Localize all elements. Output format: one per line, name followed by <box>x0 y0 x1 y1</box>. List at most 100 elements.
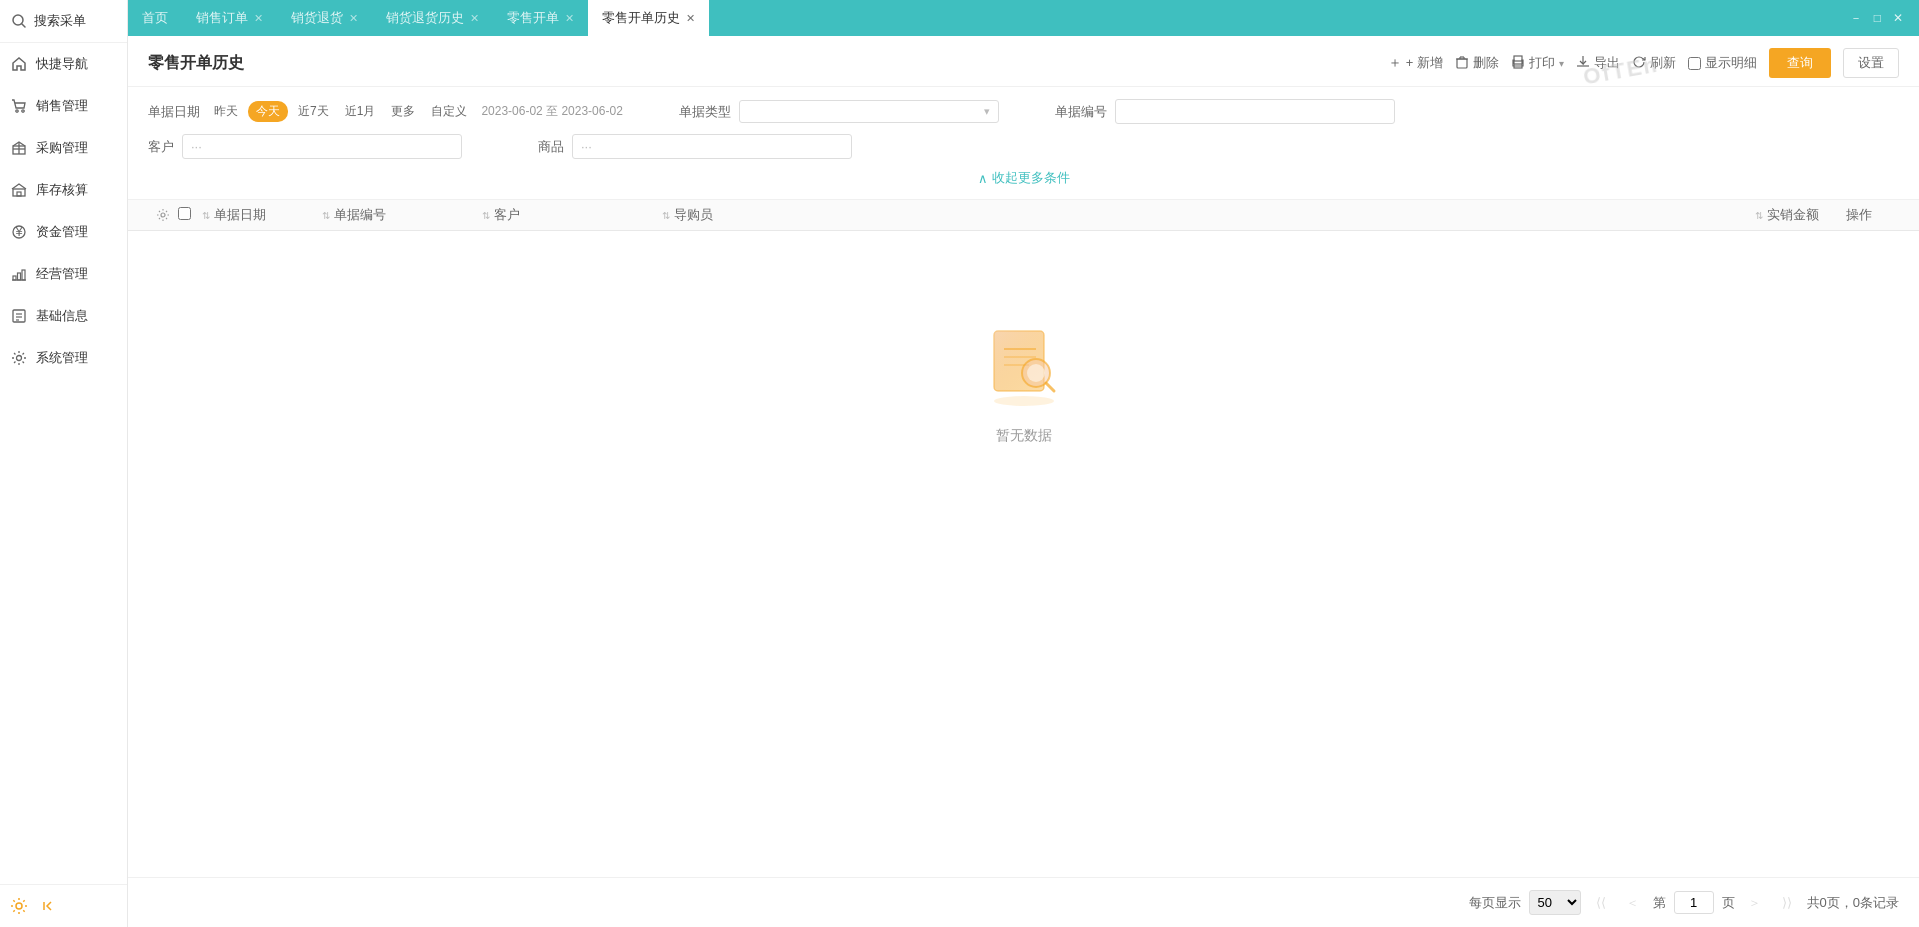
tab-sales-return-history-close[interactable]: ✕ <box>470 12 479 25</box>
select-all-checkbox[interactable] <box>178 207 202 223</box>
gear-bottom-icon[interactable] <box>10 897 28 915</box>
svg-point-30 <box>161 213 165 217</box>
tab-retail-open-history-label: 零售开单历史 <box>602 9 680 27</box>
goods-label: 商品 <box>538 138 564 156</box>
show-detail-checkbox[interactable]: 显示明细 <box>1688 54 1757 72</box>
refresh-btn[interactable]: 刷新 <box>1632 54 1676 72</box>
print-dropdown-icon[interactable]: ▾ <box>1559 58 1564 69</box>
tab-home-label: 首页 <box>142 9 168 27</box>
collapse-arrow-icon: ∧ <box>978 171 988 186</box>
customer-input[interactable]: ··· <box>182 134 462 159</box>
col-date-label: 单据日期 <box>214 206 266 224</box>
filter-bill-type: 单据类型 ▾ <box>679 100 999 123</box>
select-all-input[interactable] <box>178 207 191 220</box>
col-amount: ⇅ 实销金额 <box>782 206 1819 224</box>
tab-sales-return-close[interactable]: ✕ <box>349 12 358 25</box>
tab-retail-open-close[interactable]: ✕ <box>565 12 574 25</box>
tab-sales-order[interactable]: 销售订单 ✕ <box>182 0 277 36</box>
date-btn-yesterday[interactable]: 昨天 <box>208 101 244 122</box>
sidebar-label-quick-nav: 快捷导航 <box>36 55 88 73</box>
export-btn[interactable]: 导出 <box>1576 54 1620 72</box>
collapse-sidebar-icon[interactable] <box>40 897 58 915</box>
sort-amount-icon[interactable]: ⇅ <box>1755 210 1763 221</box>
window-close-btn[interactable]: ✕ <box>1889 9 1907 27</box>
top-nav: 首页 销售订单 ✕ 销货退货 ✕ 销货退货历史 ✕ 零售开单 ✕ 零售开单历史 … <box>128 0 1919 36</box>
prev-page-btn[interactable]: ＜ <box>1621 891 1645 915</box>
warehouse-icon <box>10 181 28 199</box>
tab-sales-return[interactable]: 销货退货 ✕ <box>277 0 372 36</box>
goods-input[interactable]: ··· <box>572 134 852 159</box>
money-icon: ¥ <box>10 223 28 241</box>
add-label: + 新增 <box>1406 54 1443 72</box>
customer-dots: ··· <box>191 139 202 154</box>
date-filter-label: 单据日期 <box>148 103 200 121</box>
filter-date: 单据日期 昨天 今天 近7天 近1月 更多 自定义 2023-06-02 至 2… <box>148 101 623 122</box>
sidebar-item-quick-nav[interactable]: 快捷导航 <box>0 43 127 85</box>
date-btn-more[interactable]: 更多 <box>385 101 421 122</box>
table-header: ⇅ 单据日期 ⇅ 单据编号 ⇅ 客户 ⇅ 导购员 ⇅ 实销金额 <box>128 200 1919 231</box>
cart-icon <box>10 97 28 115</box>
sidebar-item-basic-info[interactable]: 基础信息 <box>0 295 127 337</box>
tab-sales-return-history[interactable]: 销货退货历史 ✕ <box>372 0 493 36</box>
sidebar-item-sales-mgmt[interactable]: 销售管理 <box>0 85 127 127</box>
sidebar-item-purchase-mgmt[interactable]: 采购管理 <box>0 127 127 169</box>
sidebar-item-sys-mgmt[interactable]: 系统管理 <box>0 337 127 379</box>
setting-button[interactable]: 设置 <box>1843 48 1899 78</box>
empty-state: 暂无数据 <box>128 231 1919 525</box>
pagination: 每页显示 50 100 200 ⟨⟨ ＜ 第 1 页 ＞ ⟩⟩ 共0页，0条记录 <box>128 877 1919 927</box>
window-restore-btn[interactable]: □ <box>1870 9 1885 27</box>
next-page-btn[interactable]: ＞ <box>1743 891 1767 915</box>
date-filter-options: 昨天 今天 近7天 近1月 更多 自定义 2023-06-02 至 2023-0… <box>208 101 623 122</box>
sidebar-bottom <box>0 884 127 927</box>
col-guide: ⇅ 导购员 <box>662 206 782 224</box>
col-date: ⇅ 单据日期 <box>202 206 322 224</box>
col-number: ⇅ 单据编号 <box>322 206 482 224</box>
col-customer-label: 客户 <box>494 206 520 224</box>
page-summary: 共0页，0条记录 <box>1807 894 1899 912</box>
sort-customer-icon[interactable]: ⇅ <box>482 210 490 221</box>
sidebar-item-finance[interactable]: ¥ 资金管理 <box>0 211 127 253</box>
bill-num-input[interactable] <box>1115 99 1395 124</box>
tab-retail-open[interactable]: 零售开单 ✕ <box>493 0 588 36</box>
page-number-input[interactable]: 1 <box>1674 891 1714 914</box>
empty-text: 暂无数据 <box>996 427 1052 445</box>
sidebar: 搜索采单 快捷导航 销售管理 采购管理 <box>0 0 128 927</box>
first-page-btn[interactable]: ⟨⟨ <box>1589 891 1613 915</box>
page-title: 零售开单历史 <box>148 53 244 74</box>
page-content: 零售开单历史 ＋ + 新增 <box>128 36 1919 927</box>
date-btn-custom[interactable]: 自定义 <box>425 101 473 122</box>
show-detail-input[interactable] <box>1688 57 1701 70</box>
page-header: 零售开单历史 ＋ + 新增 <box>128 36 1919 87</box>
sidebar-label-operations: 经营管理 <box>36 265 88 283</box>
delete-btn[interactable]: 删除 <box>1455 54 1499 72</box>
bill-type-select[interactable]: ▾ <box>739 100 999 123</box>
sort-date-icon[interactable]: ⇅ <box>202 210 210 221</box>
svg-line-39 <box>1046 383 1054 391</box>
sidebar-search[interactable]: 搜索采单 <box>0 0 127 43</box>
sidebar-item-operations[interactable]: 经营管理 <box>0 253 127 295</box>
sidebar-item-inventory[interactable]: 库存核算 <box>0 169 127 211</box>
tab-sales-order-close[interactable]: ✕ <box>254 12 263 25</box>
tab-home[interactable]: 首页 <box>128 0 182 36</box>
date-range-display: 2023-06-02 至 2023-06-02 <box>481 103 622 120</box>
date-btn-7days[interactable]: 近7天 <box>292 101 335 122</box>
svg-rect-22 <box>1457 59 1467 68</box>
page-size-select[interactable]: 50 100 200 <box>1529 890 1581 915</box>
main-content: 首页 销售订单 ✕ 销货退货 ✕ 销货退货历史 ✕ 零售开单 ✕ 零售开单历史 … <box>128 0 1919 927</box>
last-page-btn[interactable]: ⟩⟩ <box>1775 891 1799 915</box>
sort-guide-icon[interactable]: ⇅ <box>662 210 670 221</box>
query-button[interactable]: 查询 <box>1769 48 1831 78</box>
date-btn-1month[interactable]: 近1月 <box>339 101 382 122</box>
collapse-filter-btn[interactable]: ∧ 收起更多条件 <box>148 169 1899 187</box>
goods-dots: ··· <box>581 139 592 154</box>
date-btn-today[interactable]: 今天 <box>248 101 288 122</box>
tab-retail-open-history[interactable]: 零售开单历史 ✕ <box>588 0 709 36</box>
bill-num-label: 单据编号 <box>1055 103 1107 121</box>
tab-retail-open-history-close[interactable]: ✕ <box>686 12 695 25</box>
window-minimize-btn[interactable]: － <box>1846 8 1866 29</box>
col-settings-icon[interactable] <box>148 208 178 222</box>
sort-num-icon[interactable]: ⇅ <box>322 210 330 221</box>
add-btn[interactable]: ＋ + 新增 <box>1388 54 1443 72</box>
print-btn[interactable]: 打印 ▾ <box>1511 54 1564 72</box>
per-page-label: 每页显示 <box>1469 894 1521 912</box>
